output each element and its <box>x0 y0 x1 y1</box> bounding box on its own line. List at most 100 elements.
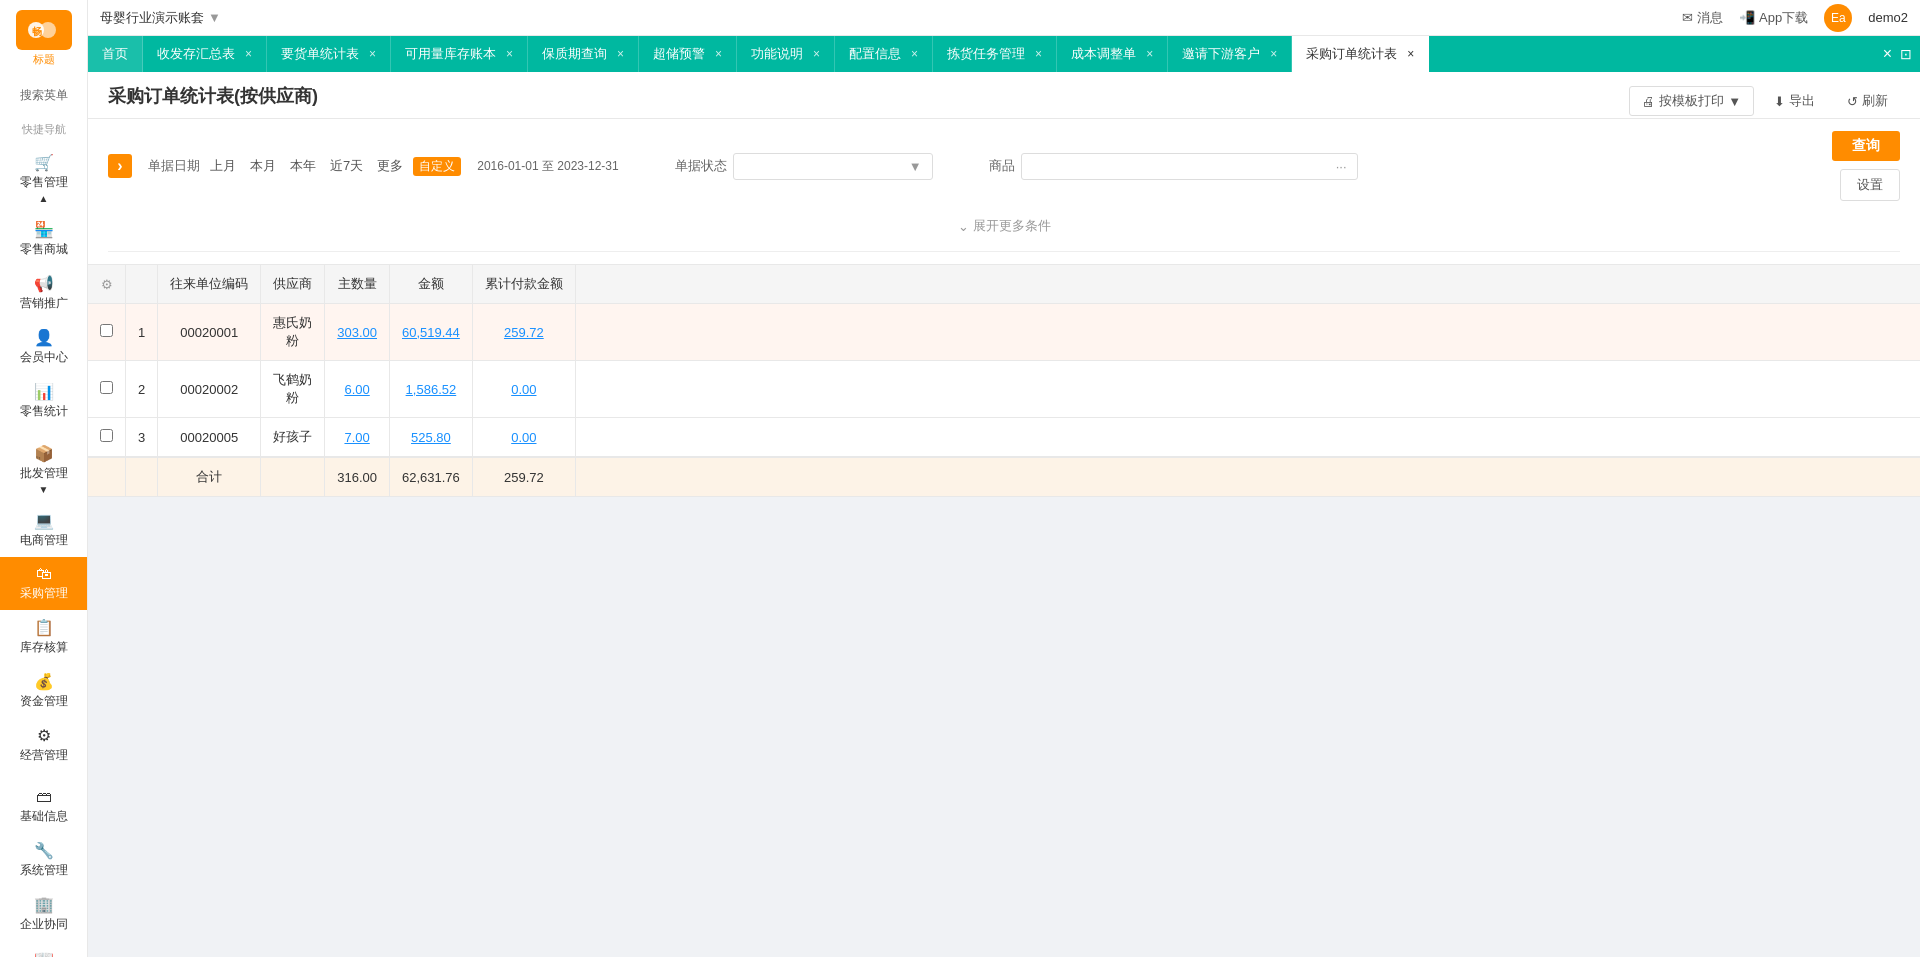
chevron-down-icon: ⌄ <box>958 219 969 234</box>
search-area[interactable]: 搜索英单 <box>0 77 87 114</box>
minimize-icon[interactable]: ⊡ <box>1900 46 1912 62</box>
tab-close-icon[interactable]: × <box>1035 47 1042 61</box>
tab-goods-summary[interactable]: 要货单统计表 × <box>267 36 391 72</box>
tab-collect[interactable]: 收发存汇总表 × <box>143 36 267 72</box>
sidebar-item-member[interactable]: 👤 会员中心 <box>0 320 87 374</box>
tab-close-icon[interactable]: × <box>1146 47 1153 61</box>
cell-checkbox[interactable] <box>88 361 126 418</box>
sidebar-item-purchase[interactable]: 🛍 采购管理 <box>0 557 87 610</box>
row-checkbox[interactable] <box>100 429 113 442</box>
tab-purchase-summary[interactable]: 采购订单统计表 × <box>1292 36 1429 72</box>
th-row-num <box>126 265 158 304</box>
tab-expiry[interactable]: 保质期查询 × <box>528 36 639 72</box>
tab-close-icon[interactable]: × <box>369 47 376 61</box>
sidebar-item-retail[interactable]: 🛒 零售管理 ▲ <box>0 145 87 212</box>
tab-function[interactable]: 功能说明 × <box>737 36 835 72</box>
tab-label: 邀请下游客户 <box>1182 45 1260 63</box>
search-button[interactable]: 搜索英单 <box>8 83 79 108</box>
close-all-tabs-icon[interactable]: × <box>1883 45 1892 63</box>
tab-close-icon[interactable]: × <box>617 47 624 61</box>
shortcut-more[interactable]: 更多 <box>373 155 407 177</box>
tab-close-icon[interactable]: × <box>506 47 513 61</box>
cell-amount[interactable]: 60,519.44 <box>390 304 473 361</box>
tab-pick-task[interactable]: 拣货任务管理 × <box>933 36 1057 72</box>
message-button[interactable]: ✉ 消息 <box>1682 9 1723 27</box>
paid-amount-link[interactable]: 0.00 <box>511 382 536 397</box>
cell-checkbox[interactable] <box>88 304 126 361</box>
table-row[interactable]: 2 00020002 飞鹤奶粉 6.00 1,586.52 0.00 <box>88 361 1920 418</box>
export-button[interactable]: ⬇ 导出 <box>1762 87 1827 115</box>
cell-quantity[interactable]: 303.00 <box>325 304 390 361</box>
tab-invite-downstream[interactable]: 邀请下游客户 × <box>1168 36 1292 72</box>
filter-toggle-button[interactable]: › <box>108 154 132 178</box>
tab-available-stock[interactable]: 可用量库存账本 × <box>391 36 528 72</box>
sidebar-item-promo[interactable]: 📢 营销推广 <box>0 266 87 320</box>
settings-button[interactable]: 设置 <box>1840 169 1900 201</box>
amount-link[interactable]: 525.80 <box>411 430 451 445</box>
amount-link[interactable]: 1,586.52 <box>406 382 457 397</box>
cell-quantity[interactable]: 7.00 <box>325 418 390 458</box>
tab-close-icon[interactable]: × <box>715 47 722 61</box>
table-row[interactable]: 1 00020001 惠氏奶粉 303.00 60,519.44 259.72 <box>88 304 1920 361</box>
sidebar-item-label: 会员中心 <box>20 349 68 366</box>
row-checkbox[interactable] <box>100 381 113 394</box>
cell-amount[interactable]: 1,586.52 <box>390 361 473 418</box>
quantity-link[interactable]: 7.00 <box>344 430 369 445</box>
tab-cost-adjust[interactable]: 成本调整单 × <box>1057 36 1168 72</box>
column-settings-icon[interactable]: ⚙ <box>101 277 113 292</box>
quantity-link[interactable]: 6.00 <box>344 382 369 397</box>
stats-icon: 📊 <box>34 382 54 401</box>
table-row[interactable]: 3 00020005 好孩子 7.00 525.80 0.00 <box>88 418 1920 458</box>
sidebar-item-basic[interactable]: 🗃 基础信息 <box>0 780 87 833</box>
sidebar-item-guide[interactable]: 📖 新手引导 <box>0 941 87 957</box>
avatar[interactable]: Ea <box>1824 4 1852 32</box>
cell-quantity[interactable]: 6.00 <box>325 361 390 418</box>
sidebar-item-corp[interactable]: 🏢 企业协同 <box>0 887 87 941</box>
quantity-link[interactable]: 303.00 <box>337 325 377 340</box>
custom-date-badge[interactable]: 自定义 <box>413 157 461 176</box>
cell-supplier: 好孩子 <box>261 418 325 458</box>
cell-checkbox[interactable] <box>88 418 126 458</box>
sidebar-item-batch[interactable]: 📦 批发管理 ▼ <box>0 436 87 503</box>
tab-close-icon[interactable]: × <box>245 47 252 61</box>
query-button[interactable]: 查询 <box>1832 131 1900 161</box>
tab-home[interactable]: 首页 <box>88 36 143 72</box>
paid-amount-link[interactable]: 0.00 <box>511 430 536 445</box>
amount-link[interactable]: 60,519.44 <box>402 325 460 340</box>
cell-paid-amount[interactable]: 0.00 <box>472 418 575 458</box>
guide-icon: 📖 <box>34 949 54 957</box>
sidebar-item-shop[interactable]: 🏪 零售商城 <box>0 212 87 266</box>
workspace-selector[interactable]: 母婴行业演示账套 ▼ <box>100 9 1674 27</box>
tab-label: 超储预警 <box>653 45 705 63</box>
sidebar-item-ops[interactable]: ⚙ 经营管理 <box>0 718 87 772</box>
tab-close-icon[interactable]: × <box>1270 47 1277 61</box>
status-select[interactable]: ▼ <box>733 153 933 180</box>
goods-input[interactable]: ··· <box>1021 153 1358 180</box>
template-print-button[interactable]: 🖨 按模板打印 ▼ <box>1629 86 1754 116</box>
cell-amount[interactable]: 525.80 <box>390 418 473 458</box>
shortcut-this-month[interactable]: 本月 <box>246 155 280 177</box>
tab-close-icon[interactable]: × <box>813 47 820 61</box>
sidebar-item-stock[interactable]: 📋 库存核算 <box>0 610 87 664</box>
tab-config[interactable]: 配置信息 × <box>835 36 933 72</box>
app-download-button[interactable]: 📲 App下载 <box>1739 9 1808 27</box>
tab-overstock[interactable]: 超储预警 × <box>639 36 737 72</box>
shortcut-last-month[interactable]: 上月 <box>206 155 240 177</box>
shortcut-this-year[interactable]: 本年 <box>286 155 320 177</box>
refresh-button[interactable]: ↺ 刷新 <box>1835 87 1900 115</box>
sidebar-item-system[interactable]: 🔧 系统管理 <box>0 833 87 887</box>
paid-amount-link[interactable]: 259.72 <box>504 325 544 340</box>
tab-close-icon[interactable]: × <box>911 47 918 61</box>
workspace-dropdown-icon[interactable]: ▼ <box>208 10 221 25</box>
row-checkbox[interactable] <box>100 324 113 337</box>
sidebar-item-ecom[interactable]: 💻 电商管理 <box>0 503 87 557</box>
sidebar-item-retail-stats[interactable]: 📊 零售统计 <box>0 374 87 428</box>
chevron-down-icon: ▼ <box>1728 94 1741 109</box>
logo-text: 标题 <box>33 52 55 67</box>
expand-more-button[interactable]: ⌄ 展开更多条件 <box>950 209 1059 243</box>
tab-close-icon[interactable]: × <box>1407 47 1414 61</box>
cell-paid-amount[interactable]: 0.00 <box>472 361 575 418</box>
shortcut-7days[interactable]: 近7天 <box>326 155 367 177</box>
cell-paid-amount[interactable]: 259.72 <box>472 304 575 361</box>
sidebar-item-finance[interactable]: 💰 资金管理 <box>0 664 87 718</box>
